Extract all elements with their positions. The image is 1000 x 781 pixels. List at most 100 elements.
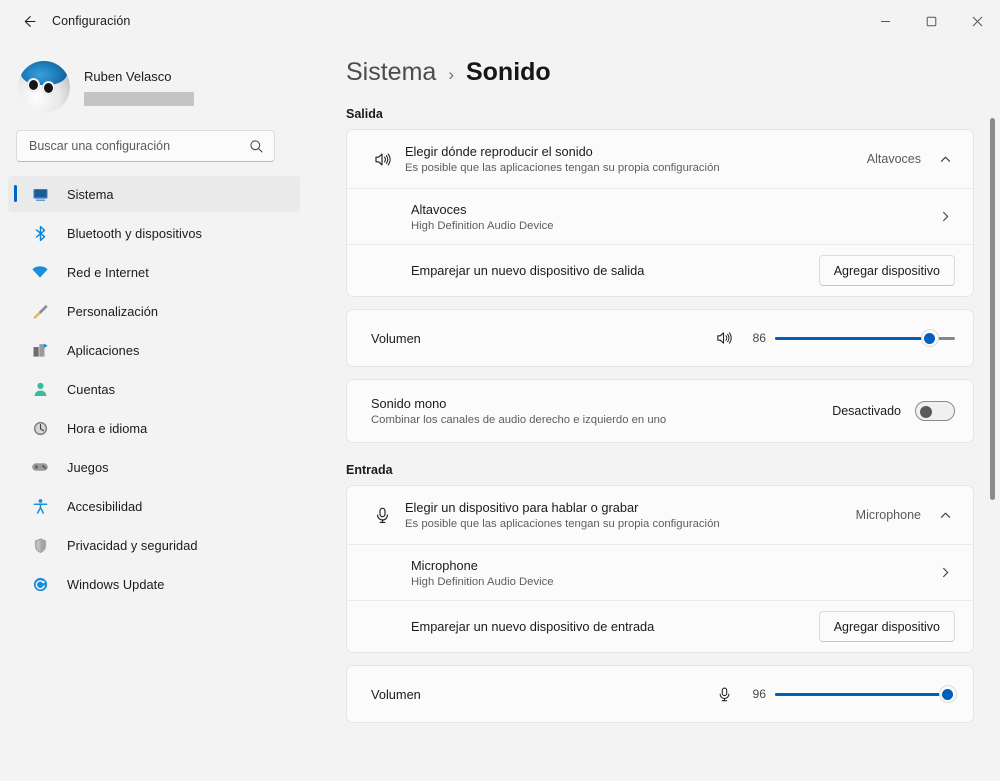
mono-sound-card: Sonido mono Combinar los canales de audi… xyxy=(346,379,974,443)
input-volume-value: 96 xyxy=(752,687,766,701)
output-volume-row: Volumen 86 xyxy=(347,310,973,366)
output-pair-row: Emparejar un nuevo dispositivo de salida… xyxy=(347,244,973,296)
minimize-button[interactable] xyxy=(862,0,908,42)
output-section-label: Salida xyxy=(346,107,383,121)
search-input[interactable] xyxy=(29,139,249,153)
input-chooser-text: Elegir un dispositivo para hablar o grab… xyxy=(399,500,856,530)
slider-fill xyxy=(775,336,930,340)
output-chooser-row[interactable]: Elegir dónde reproducir el sonido Es pos… xyxy=(347,130,973,188)
chevron-up-icon[interactable] xyxy=(935,153,955,166)
shield-icon xyxy=(30,535,50,555)
chevron-up-icon[interactable] xyxy=(935,509,955,522)
output-device-right xyxy=(935,210,955,223)
sidebar-item-windows-update[interactable]: Windows Update xyxy=(8,566,300,602)
close-icon xyxy=(972,16,982,26)
input-pair-row: Emparejar un nuevo dispositivo de entrad… xyxy=(347,600,973,652)
account-text: Ruben Velasco xyxy=(84,69,194,106)
account-card[interactable]: Ruben Velasco xyxy=(0,42,310,116)
output-volume-control[interactable]: 86 xyxy=(715,329,955,347)
main-scrollbar[interactable] xyxy=(988,42,997,781)
close-button[interactable] xyxy=(954,0,1000,42)
accessibility-icon xyxy=(30,496,50,516)
input-device-subtitle: High Definition Audio Device xyxy=(411,575,554,588)
slider-fill xyxy=(775,692,948,696)
speaker-icon xyxy=(365,150,399,169)
bluetooth-icon xyxy=(30,223,50,243)
monitor-icon xyxy=(30,184,50,204)
output-chooser-subtitle: Es posible que las aplicaciones tengan s… xyxy=(405,162,720,174)
page-title: Sonido xyxy=(465,58,551,86)
input-chooser-value: Microphone xyxy=(855,508,921,522)
sidebar-item-label: Hora e idioma xyxy=(67,420,148,436)
sidebar-item-cuentas[interactable]: Cuentas xyxy=(8,371,300,407)
slider-thumb[interactable] xyxy=(938,685,957,703)
input-volume-title: Volumen xyxy=(371,686,421,702)
input-pair-right: Agregar dispositivo xyxy=(818,611,955,642)
update-icon xyxy=(30,574,50,594)
clock-icon xyxy=(30,418,50,438)
mono-sound-state: Desactivado xyxy=(832,404,901,418)
input-volume-control[interactable]: 96 xyxy=(716,685,957,703)
sidebar-item-label: Personalización xyxy=(67,303,159,319)
maximize-button[interactable] xyxy=(908,0,954,42)
avatar xyxy=(18,61,70,113)
chevron-right-icon[interactable] xyxy=(935,566,955,579)
output-volume-title: Volumen xyxy=(371,330,421,346)
input-section-label: Entrada xyxy=(346,463,393,477)
sidebar-item-red-e-internet[interactable]: Red e Internet xyxy=(8,254,300,290)
input-volume-card: Volumen 96 xyxy=(346,665,974,723)
mono-sound-right: Desactivado xyxy=(832,401,955,421)
back-button[interactable] xyxy=(12,6,46,36)
input-volume-slider[interactable] xyxy=(775,685,957,703)
arrow-left-icon xyxy=(24,15,36,27)
input-device-card: Elegir un dispositivo para hablar o grab… xyxy=(346,485,974,653)
output-chooser-text: Elegir dónde reproducir el sonido Es pos… xyxy=(399,144,867,174)
paintbrush-icon xyxy=(30,301,50,321)
add-input-device-button[interactable]: Agregar dispositivo xyxy=(818,611,955,642)
slider-thumb[interactable] xyxy=(920,329,939,347)
input-volume-row: Volumen 96 xyxy=(347,666,973,722)
add-output-device-button[interactable]: Agregar dispositivo xyxy=(818,255,955,286)
sidebar-item-accesibilidad[interactable]: Accesibilidad xyxy=(8,488,300,524)
input-device-row[interactable]: Microphone High Definition Audio Device xyxy=(347,544,973,600)
output-pair-text: Emparejar un nuevo dispositivo de salida xyxy=(365,263,819,278)
output-device-title: Altavoces xyxy=(411,201,467,217)
sidebar-item-juegos[interactable]: Juegos xyxy=(8,449,300,485)
output-volume-text: Volumen xyxy=(365,331,715,346)
input-chooser-row[interactable]: Elegir un dispositivo para hablar o grab… xyxy=(347,486,973,544)
input-chooser-subtitle: Es posible que las aplicaciones tengan s… xyxy=(405,518,720,530)
account-name: Ruben Velasco xyxy=(84,68,172,84)
sidebar-item-hora-e-idioma[interactable]: Hora e idioma xyxy=(8,410,300,446)
sidebar-item-sistema[interactable]: Sistema xyxy=(8,176,300,212)
sidebar-item-label: Accesibilidad xyxy=(67,498,143,514)
avatar-pupil-right xyxy=(44,83,53,93)
title-bar: Configuración xyxy=(0,0,1000,42)
minimize-icon xyxy=(880,20,890,22)
input-chooser-title: Elegir un dispositivo para hablar o grab… xyxy=(405,500,639,515)
output-volume-slider[interactable] xyxy=(775,329,955,347)
mono-sound-subtitle: Combinar los canales de audio derecho e … xyxy=(371,414,667,426)
input-pair-text: Emparejar un nuevo dispositivo de entrad… xyxy=(365,619,819,634)
mono-sound-toggle[interactable] xyxy=(915,401,955,421)
sidebar-item-label: Cuentas xyxy=(67,381,116,397)
chevron-right-icon[interactable] xyxy=(935,210,955,223)
output-volume-value: 86 xyxy=(752,331,766,345)
output-device-row[interactable]: Altavoces High Definition Audio Device xyxy=(347,188,973,244)
toggle-knob xyxy=(920,406,932,418)
output-volume-card: Volumen 86 xyxy=(346,309,974,367)
window-controls xyxy=(862,0,1000,42)
output-pair-title: Emparejar un nuevo dispositivo de salida xyxy=(411,263,645,278)
mono-sound-row: Sonido mono Combinar los canales de audi… xyxy=(347,380,973,442)
sidebar-item-label: Privacidad y seguridad xyxy=(67,537,198,553)
scrollbar-thumb[interactable] xyxy=(990,118,995,500)
sidebar-item-bluetooth-y-dispositivos[interactable]: Bluetooth y dispositivos xyxy=(8,215,300,251)
sidebar-item-personalizacion[interactable]: Personalización xyxy=(8,293,300,329)
breadcrumb-parent[interactable]: Sistema xyxy=(346,58,436,87)
output-device-text: Altavoces High Definition Audio Device xyxy=(365,202,935,232)
sidebar-item-label: Juegos xyxy=(67,459,109,475)
search-box[interactable] xyxy=(16,130,275,162)
gamepad-icon xyxy=(30,457,50,477)
sidebar-item-privacidad-y-seguridad[interactable]: Privacidad y seguridad xyxy=(8,527,300,563)
sidebar-item-aplicaciones[interactable]: Aplicaciones xyxy=(8,332,300,368)
breadcrumb-separator: › xyxy=(448,65,454,84)
